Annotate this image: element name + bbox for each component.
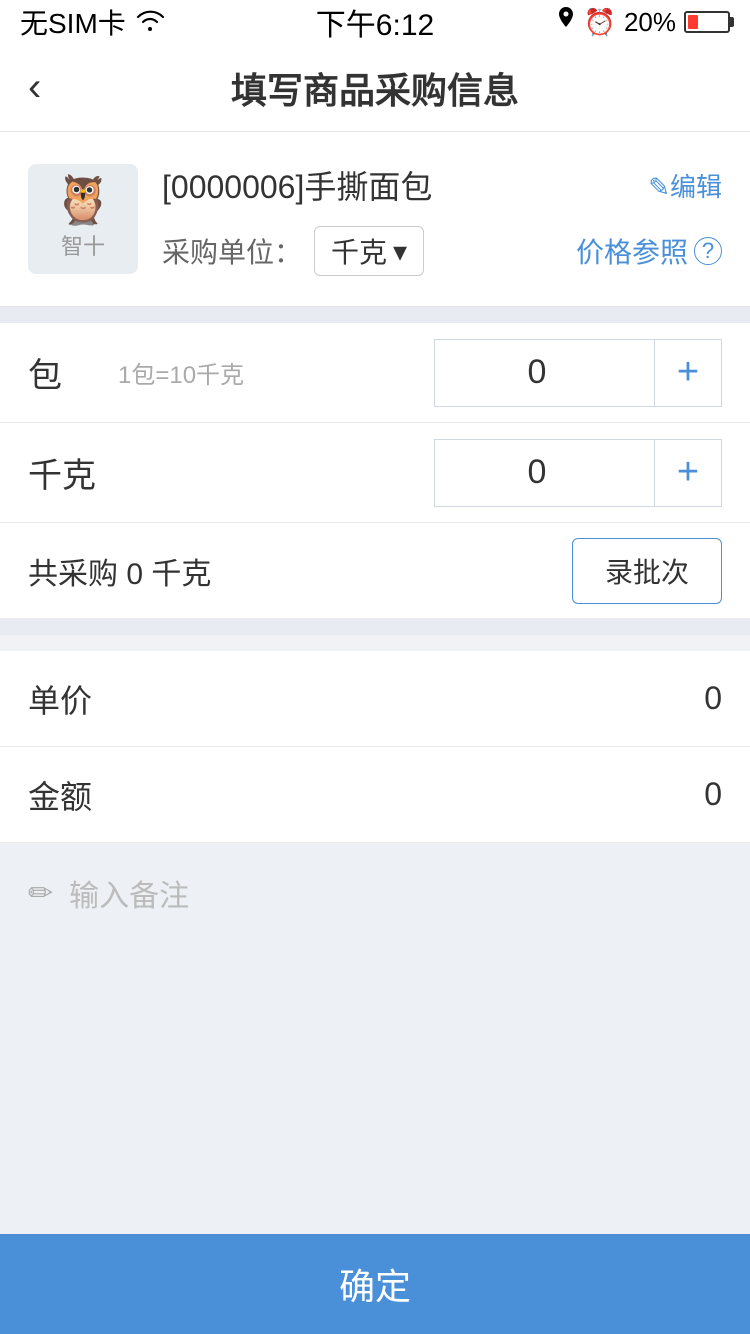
edit-button[interactable]: ✎编辑 xyxy=(648,167,722,204)
purchase-unit-label: 采购单位： xyxy=(162,231,302,271)
price-ref-label: 价格参照 xyxy=(576,231,688,271)
qty-plus-kg[interactable]: + xyxy=(654,439,722,507)
battery-text: 20% xyxy=(624,7,676,38)
confirm-button[interactable]: 确定 xyxy=(0,1234,750,1334)
summary-row: 共采购 0 千克 录批次 xyxy=(0,523,750,619)
qty-input-wrap-kg: + xyxy=(434,439,722,507)
amount-label: 金额 xyxy=(28,772,92,818)
status-bar-time: 下午6:12 xyxy=(316,0,434,44)
qty-label-kg: 千克 xyxy=(28,448,108,497)
unit-price-value: 0 xyxy=(704,680,722,717)
quantity-section: 包 1包=10千克 + 千克 + xyxy=(0,323,750,523)
purchase-unit-row: 采购单位： 千克 ▾ xyxy=(162,226,424,276)
section-divider-2 xyxy=(0,619,750,635)
amount-row: 金额 0 xyxy=(0,747,750,843)
remark-icon: ✏ xyxy=(28,876,53,911)
product-thumb-label: 智十 xyxy=(61,229,105,261)
content-spacer xyxy=(0,943,750,1234)
amount-value: 0 xyxy=(704,776,722,813)
qty-plus-bao[interactable]: + xyxy=(654,339,722,407)
carrier-label: 无SIM卡 xyxy=(20,2,126,42)
unit-price-row: 单价 0 xyxy=(0,651,750,747)
unit-dropdown[interactable]: 千克 ▾ xyxy=(314,226,424,276)
product-thumb-icon: 🦉 xyxy=(53,177,113,225)
price-reference-button[interactable]: 价格参照 ? xyxy=(576,231,722,271)
unit-value: 千克 xyxy=(331,231,387,271)
qty-input-kg[interactable] xyxy=(434,439,654,507)
qty-label-bao: 包 xyxy=(28,348,108,397)
info-section: 单价 0 金额 0 xyxy=(0,651,750,843)
summary-text: 共采购 0 千克 xyxy=(28,549,211,593)
status-bar: 无SIM卡 下午6:12 ⏰ 20% xyxy=(0,0,750,44)
unit-price-label: 单价 xyxy=(28,676,92,722)
quantity-row-kg: 千克 + xyxy=(0,423,750,523)
product-name: [0000006]手撕面包 xyxy=(162,162,432,208)
back-button[interactable]: ‹ xyxy=(28,65,41,110)
quantity-row-bao: 包 1包=10千克 + xyxy=(0,323,750,423)
status-bar-right: ⏰ 20% xyxy=(556,7,730,38)
price-ref-help-icon: ? xyxy=(694,237,722,265)
page-title: 填写商品采购信息 xyxy=(231,62,519,114)
qty-input-wrap-bao: + xyxy=(434,339,722,407)
status-bar-left: 无SIM卡 xyxy=(20,2,164,42)
remark-placeholder: 输入备注 xyxy=(69,871,189,915)
product-info-bottom: 采购单位： 千克 ▾ 价格参照 ? xyxy=(162,226,722,276)
remark-section[interactable]: ✏ 输入备注 xyxy=(0,843,750,943)
batch-button[interactable]: 录批次 xyxy=(572,538,722,604)
qty-sublabel-bao: 1包=10千克 xyxy=(118,355,434,390)
product-thumbnail: 🦉 智十 xyxy=(28,164,138,274)
unit-dropdown-arrow: ▾ xyxy=(393,235,407,268)
qty-input-bao[interactable] xyxy=(434,339,654,407)
alarm-icon: ⏰ xyxy=(584,7,616,38)
product-card: 🦉 智十 [0000006]手撕面包 ✎编辑 采购单位： 千克 ▾ 价格参照 ? xyxy=(0,132,750,307)
nav-bar: ‹ 填写商品采购信息 xyxy=(0,44,750,132)
location-icon xyxy=(556,7,576,38)
section-divider-1 xyxy=(0,307,750,323)
wifi-icon xyxy=(136,6,164,38)
product-info-top: [0000006]手撕面包 ✎编辑 xyxy=(162,162,722,208)
product-info: [0000006]手撕面包 ✎编辑 采购单位： 千克 ▾ 价格参照 ? xyxy=(162,162,722,276)
battery-icon xyxy=(684,11,730,33)
